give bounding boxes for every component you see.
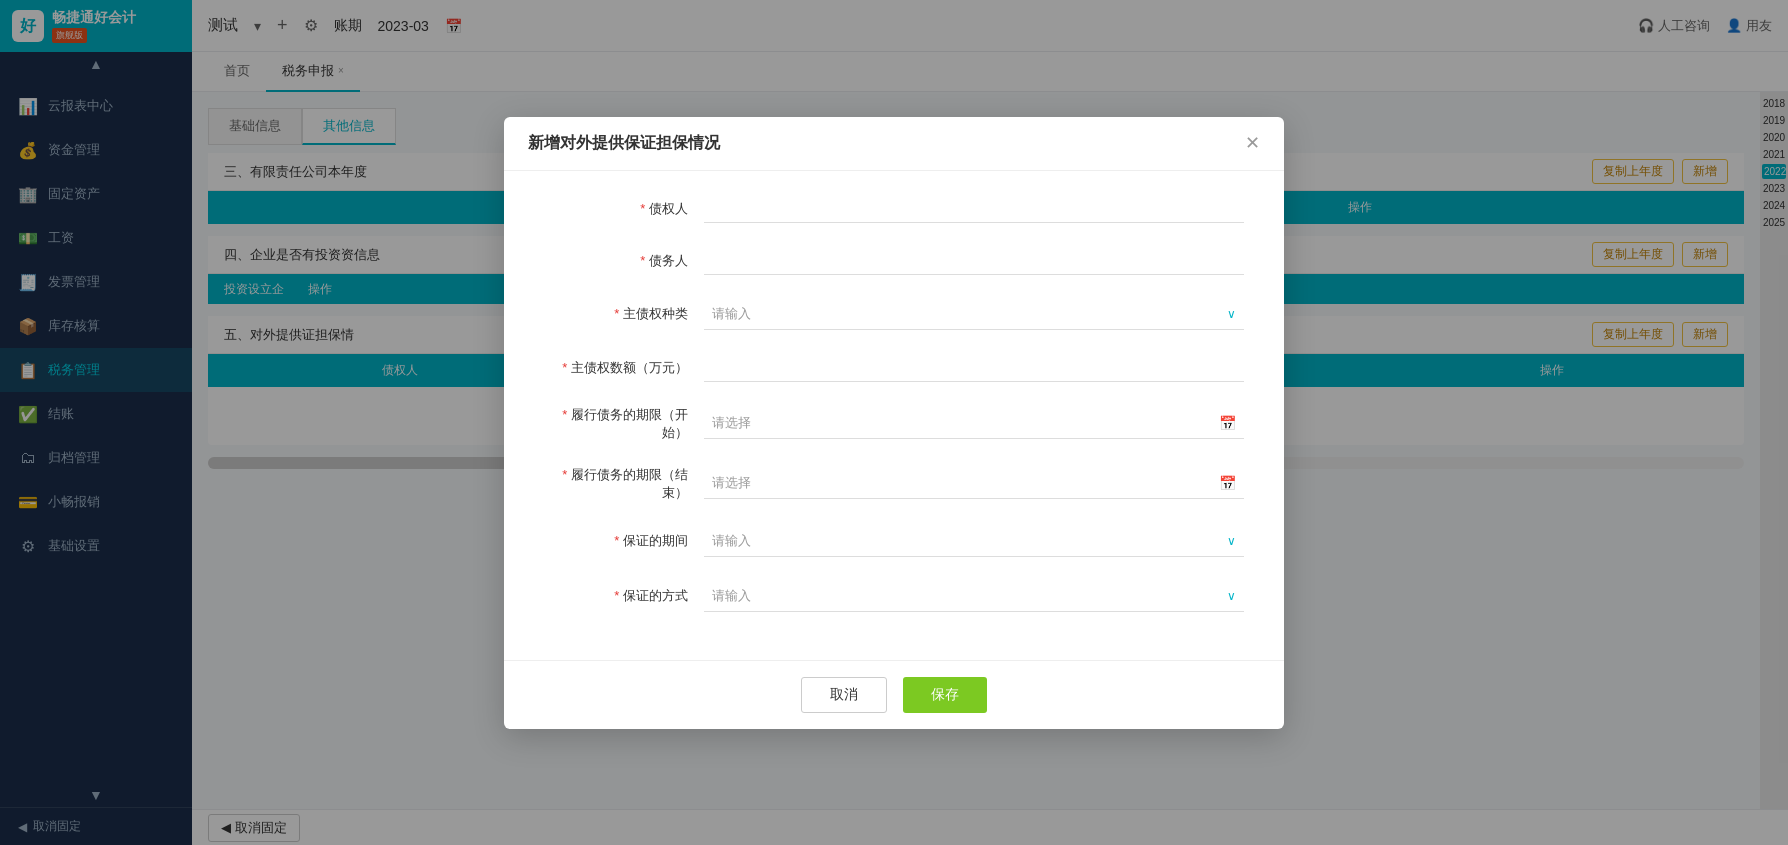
chevron-down-icon-claim-type: ∨ — [1227, 307, 1236, 321]
label-guarantee-period-text: 保证的期间 — [623, 533, 688, 548]
required-star-end-date: * — [562, 467, 567, 482]
modal-cancel-button[interactable]: 取消 — [801, 677, 887, 713]
modal-dialog: 新增对外提供保证担保情况 ✕ * 债权人 * 债务人 — [504, 117, 1284, 729]
form-row-guarantee-method: * 保证的方式 请输入 ∨ — [544, 581, 1244, 612]
select-claim-type-placeholder: 请输入 — [712, 305, 1227, 323]
form-label-claim-type: * 主债权种类 — [544, 305, 704, 323]
label-debtor-text: 债务人 — [649, 253, 688, 268]
form-row-creditor: * 债权人 — [544, 195, 1244, 223]
label-start-date-text: 履行债务的期限（开始） — [571, 407, 688, 440]
form-label-guarantee-method: * 保证的方式 — [544, 587, 704, 605]
label-claim-type-text: 主债权种类 — [623, 306, 688, 321]
modal-body: * 债权人 * 债务人 * 主债权种 — [504, 171, 1284, 660]
input-claim-amount[interactable] — [704, 354, 1244, 382]
form-row-start-date: * 履行债务的期限（开始） 请选择 📅 — [544, 406, 1244, 442]
modal-header: 新增对外提供保证担保情况 ✕ — [504, 117, 1284, 171]
select-guarantee-method-placeholder: 请输入 — [712, 587, 1227, 605]
modal-close-button[interactable]: ✕ — [1245, 134, 1260, 152]
form-row-debtor: * 债务人 — [544, 247, 1244, 275]
select-guarantee-period[interactable]: 请输入 ∨ — [704, 526, 1244, 557]
form-row-end-date: * 履行债务的期限（结束） 请选择 📅 — [544, 466, 1244, 502]
modal-save-button[interactable]: 保存 — [903, 677, 987, 713]
form-label-guarantee-period: * 保证的期间 — [544, 532, 704, 550]
input-debtor[interactable] — [704, 247, 1244, 275]
modal-overlay: 新增对外提供保证担保情况 ✕ * 债权人 * 债务人 — [0, 0, 1788, 845]
input-creditor[interactable] — [704, 195, 1244, 223]
label-guarantee-method-text: 保证的方式 — [623, 588, 688, 603]
modal-title: 新增对外提供保证担保情况 — [528, 133, 720, 154]
select-guarantee-method[interactable]: 请输入 ∨ — [704, 581, 1244, 612]
form-label-creditor: * 债权人 — [544, 200, 704, 218]
chevron-down-icon-guarantee-period: ∨ — [1227, 534, 1236, 548]
required-star-claim-amount: * — [562, 360, 567, 375]
form-row-guarantee-period: * 保证的期间 请输入 ∨ — [544, 526, 1244, 557]
end-date-placeholder: 请选择 — [712, 474, 1219, 492]
form-label-claim-amount: * 主债权数额（万元） — [544, 359, 704, 377]
label-creditor-text: 债权人 — [649, 201, 688, 216]
calendar-end-icon: 📅 — [1219, 475, 1236, 491]
required-star-claim-type: * — [614, 306, 619, 321]
form-row-claim-amount: * 主债权数额（万元） — [544, 354, 1244, 382]
form-label-start-date: * 履行债务的期限（开始） — [544, 406, 704, 442]
required-star-guarantee-method: * — [614, 588, 619, 603]
select-guarantee-period-placeholder: 请输入 — [712, 532, 1227, 550]
form-label-end-date: * 履行债务的期限（结束） — [544, 466, 704, 502]
calendar-start-icon: 📅 — [1219, 415, 1236, 431]
chevron-down-icon-guarantee-method: ∨ — [1227, 589, 1236, 603]
label-end-date-text: 履行债务的期限（结束） — [571, 467, 688, 500]
required-star-guarantee-period: * — [614, 533, 619, 548]
date-picker-start[interactable]: 请选择 📅 — [704, 408, 1244, 439]
label-claim-amount-text: 主债权数额（万元） — [571, 360, 688, 375]
date-picker-end[interactable]: 请选择 📅 — [704, 468, 1244, 499]
required-star-start-date: * — [562, 407, 567, 422]
select-claim-type[interactable]: 请输入 ∨ — [704, 299, 1244, 330]
start-date-placeholder: 请选择 — [712, 414, 1219, 432]
required-star-creditor: * — [640, 201, 645, 216]
required-star-debtor: * — [640, 253, 645, 268]
modal-footer: 取消 保存 — [504, 660, 1284, 729]
form-label-debtor: * 债务人 — [544, 252, 704, 270]
form-row-claim-type: * 主债权种类 请输入 ∨ — [544, 299, 1244, 330]
